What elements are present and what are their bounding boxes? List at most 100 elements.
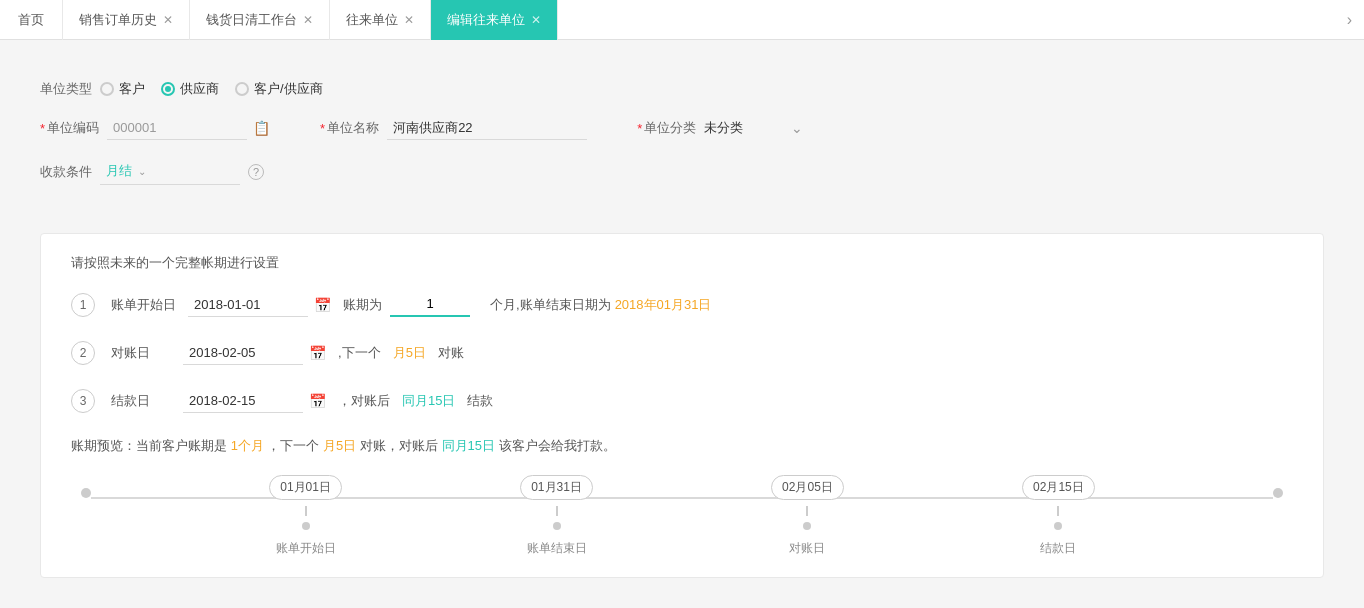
reconcile-desc-highlight: 月5日 [393, 344, 426, 362]
timeline-badge-4: 02月15日 [1022, 475, 1095, 500]
tab-sales-history[interactable]: 销售订单历史 ✕ [63, 0, 190, 40]
tab-more-button[interactable]: › [1335, 11, 1364, 29]
preview-day2: 同月15日 [442, 438, 495, 453]
timeline-end-dot [1273, 488, 1283, 498]
timeline-badge-2: 01月31日 [520, 475, 593, 500]
timeline-dot-2 [553, 522, 561, 530]
code-copy-icon[interactable]: 📋 [253, 120, 270, 136]
name-label: 单位名称 [327, 119, 379, 137]
tab-sales-history-label: 销售订单历史 [79, 11, 157, 29]
radio-customer[interactable]: 客户 [100, 80, 145, 98]
period-num-1: 1 [71, 293, 95, 317]
payment-date-label: 结款日 [111, 392, 171, 410]
timeline-dot-1 [302, 522, 310, 530]
period-card: 请按照未来的一个完整帐期进行设置 1 账单开始日 📅 账期为 个月,账单结束日期… [40, 233, 1324, 578]
main-content: 单位类型 客户 供应商 客户/供应商 * 单位编码 [0, 40, 1364, 608]
timeline-badge-1: 01月01日 [269, 475, 342, 500]
timeline-label-4: 结款日 [1040, 540, 1076, 557]
tab-home-label: 首页 [18, 11, 44, 29]
unit-type-radio-group: 客户 供应商 客户/供应商 [100, 80, 323, 98]
start-date-calendar-icon[interactable]: 📅 [314, 297, 331, 313]
radio-supplier[interactable]: 供应商 [161, 80, 219, 98]
name-input[interactable] [387, 116, 587, 140]
timeline-connector-4 [1057, 506, 1059, 516]
payment-value: 月结 [106, 162, 132, 180]
period-for-label: 账期为 [343, 296, 382, 314]
radio-customer-supplier[interactable]: 客户/供应商 [235, 80, 323, 98]
reconcile-calendar-icon[interactable]: 📅 [309, 345, 326, 361]
code-field-group: * 单位编码 📋 [40, 116, 270, 140]
radio-customer-supplier-label: 客户/供应商 [254, 80, 323, 98]
category-value: 未分类 [704, 119, 743, 137]
timeline-wrapper: 01月01日 账单开始日 01月31日 账单结束日 02月05日 [71, 475, 1293, 557]
radio-customer-supplier-circle [235, 82, 249, 96]
period-card-title: 请按照未来的一个完整帐期进行设置 [71, 254, 1293, 272]
preview-section: 账期预览：当前客户账期是 1个月 ，下一个 月5日 对账，对账后 同月15日 该… [71, 421, 1293, 557]
preview-part6: 该客户会给我打款。 [499, 438, 616, 453]
tab-cash-work-label: 钱货日清工作台 [206, 11, 297, 29]
tab-edit-partner-label: 编辑往来单位 [447, 11, 525, 29]
radio-customer-label: 客户 [119, 80, 145, 98]
category-arrow-icon: ⌄ [791, 120, 803, 136]
tab-home[interactable]: 首页 [0, 0, 63, 40]
timeline-connector-2 [556, 506, 558, 516]
preview-months: 1个月 [231, 438, 264, 453]
timeline-start-dot [81, 488, 91, 498]
unit-type-row: 单位类型 客户 供应商 客户/供应商 [40, 80, 1324, 98]
period-end-date: 2018年01月31日 [615, 296, 712, 314]
unit-type-label: 单位类型 [40, 80, 92, 98]
payment-date-calendar-icon[interactable]: 📅 [309, 393, 326, 409]
timeline-label-3: 对账日 [789, 540, 825, 557]
tab-cash-work-close[interactable]: ✕ [303, 13, 313, 27]
timeline-points: 01月01日 账单开始日 01月31日 账单结束日 02月05日 [81, 475, 1283, 557]
timeline-right-dot [1273, 488, 1283, 498]
reconcile-label: 对账日 [111, 344, 171, 362]
tab-partner[interactable]: 往来单位 ✕ [330, 0, 431, 40]
timeline-point-4: 02月15日 结款日 [1022, 475, 1095, 557]
period-row-3: 3 结款日 📅 ，对账后 同月15日 结款 [71, 389, 1293, 413]
name-required-mark: * [320, 121, 325, 136]
period-num-3: 3 [71, 389, 95, 413]
tab-cash-work[interactable]: 钱货日清工作台 ✕ [190, 0, 330, 40]
reconcile-desc-prefix: ,下一个 [338, 344, 381, 362]
timeline-dot-4 [1054, 522, 1062, 530]
payment-date-input[interactable] [183, 389, 303, 413]
period-row-2: 2 对账日 📅 ,下一个 月5日 对账 [71, 341, 1293, 365]
tab-edit-partner[interactable]: 编辑往来单位 ✕ [431, 0, 558, 40]
radio-supplier-circle [161, 82, 175, 96]
payment-help-icon[interactable]: ? [248, 164, 264, 180]
payment-label: 收款条件 [40, 163, 92, 181]
code-required-mark: * [40, 121, 45, 136]
period-start-label: 账单开始日 [111, 296, 176, 314]
radio-supplier-label: 供应商 [180, 80, 219, 98]
tab-partner-label: 往来单位 [346, 11, 398, 29]
timeline-left-dot [81, 488, 91, 498]
preview-label: 账期预览：当前客户账期是 [71, 438, 227, 453]
reconcile-date-input[interactable] [183, 341, 303, 365]
category-label: 单位分类 [644, 119, 696, 137]
reconcile-desc-suffix: 对账 [438, 344, 464, 362]
tab-edit-partner-close[interactable]: ✕ [531, 13, 541, 27]
start-date-input[interactable] [188, 293, 308, 317]
code-input[interactable] [107, 116, 247, 140]
payment-select[interactable]: 月结 ⌄ [100, 158, 240, 185]
tab-partner-close[interactable]: ✕ [404, 13, 414, 27]
category-field-group: * 单位分类 未分类 ⌄ [637, 119, 803, 137]
tab-sales-history-close[interactable]: ✕ [163, 13, 173, 27]
timeline-point-3: 02月05日 对账日 [771, 475, 844, 557]
form-top: 单位类型 客户 供应商 客户/供应商 * 单位编码 [40, 60, 1324, 223]
payment-desc-prefix: ，对账后 [338, 392, 390, 410]
period-months-input[interactable] [390, 292, 470, 317]
preview-day1: 月5日 [323, 438, 356, 453]
radio-customer-circle [100, 82, 114, 96]
timeline-connector-1 [305, 506, 307, 516]
category-dropdown[interactable]: 未分类 ⌄ [704, 119, 803, 137]
preview-part4: 对账，对账后 [360, 438, 438, 453]
payment-desc-highlight: 同月15日 [402, 392, 455, 410]
timeline-label-2: 账单结束日 [527, 540, 587, 557]
fields-row: * 单位编码 📋 * 单位名称 * 单位分类 未分类 ⌄ [40, 116, 1324, 140]
timeline-badge-3: 02月05日 [771, 475, 844, 500]
timeline-point-1: 01月01日 账单开始日 [269, 475, 342, 557]
timeline-connector-3 [806, 506, 808, 516]
code-label: 单位编码 [47, 119, 99, 137]
